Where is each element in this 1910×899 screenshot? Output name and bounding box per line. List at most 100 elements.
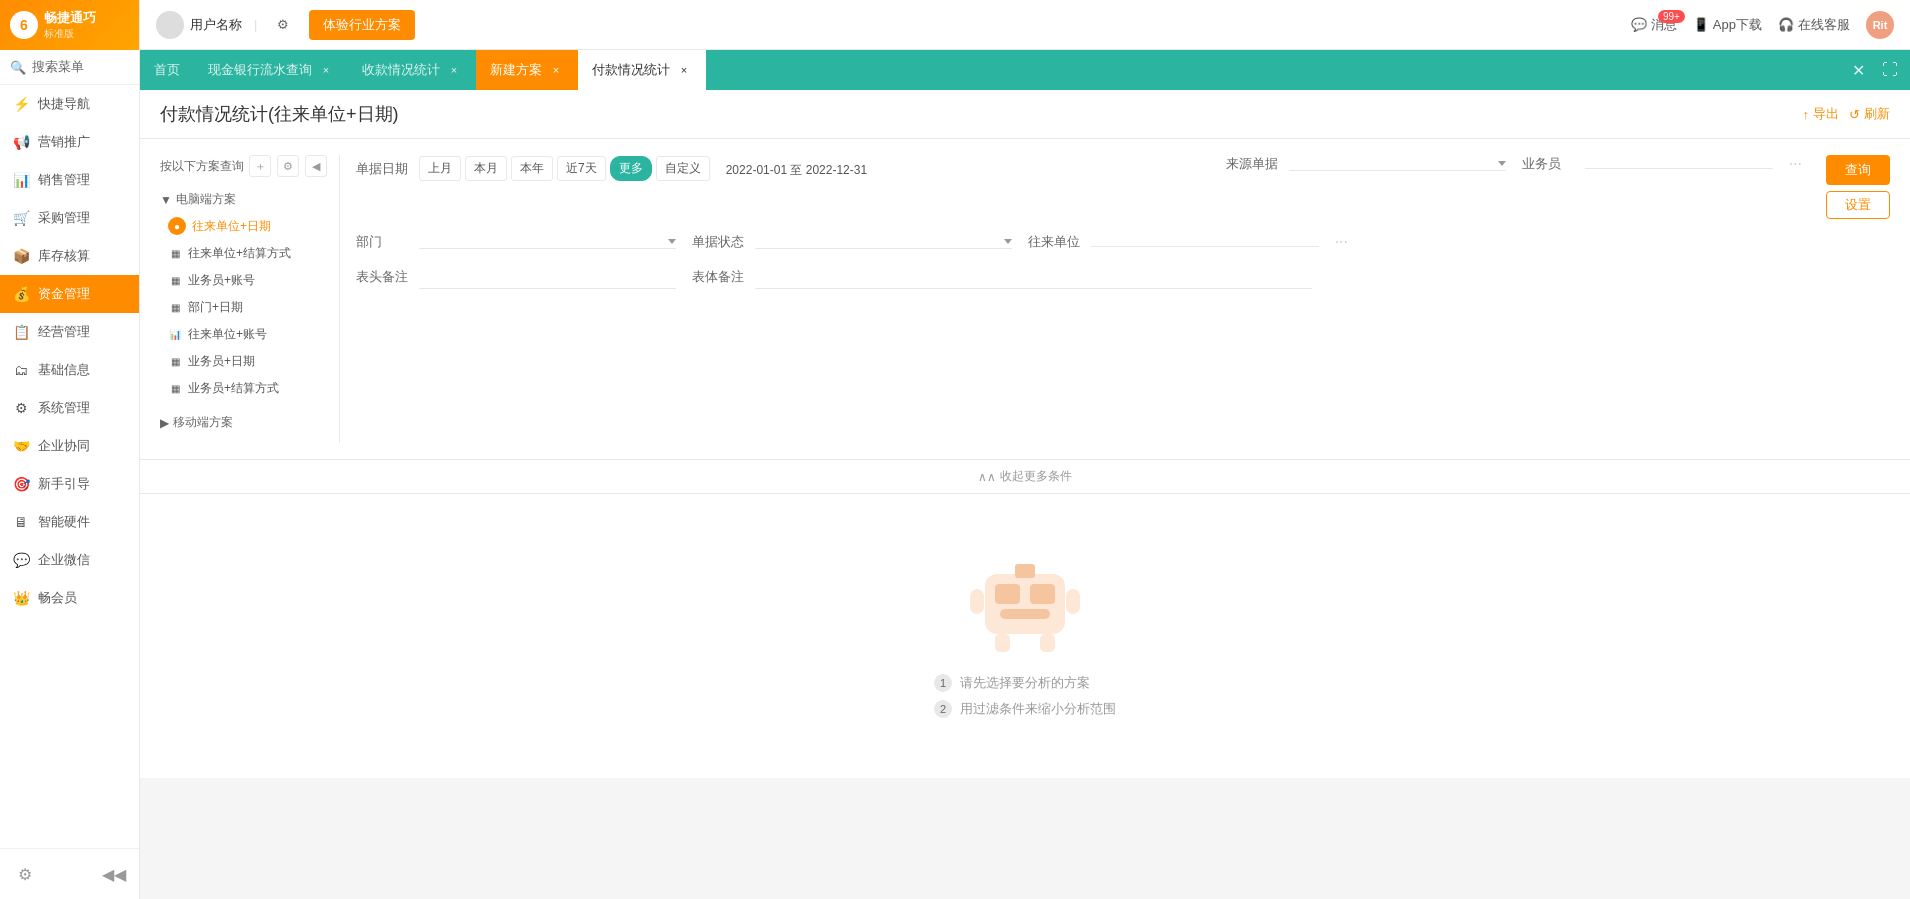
scheme-label-partner-account: 往来单位+账号 [188,326,267,343]
voucher-status-field: 单据状态 [692,233,1012,251]
desktop-schemes-label[interactable]: ▼ 电脑端方案 [160,187,327,212]
sidebar-item-label-operations: 经营管理 [38,323,90,341]
hint-text-2: 用过滤条件来缩小分析范围 [960,700,1116,718]
dept-label: 部门 [356,233,411,251]
tab-new-scheme[interactable]: 新建方案× [476,50,578,90]
sidebar-item-label-wechat: 企业微信 [38,551,90,569]
voucher-status-label: 单据状态 [692,233,747,251]
scheme-item-partner-account[interactable]: 📊往来单位+账号 [160,321,327,348]
scheme-item-partner-settle[interactable]: ▦往来单位+结算方式 [160,240,327,267]
tab-label-payment-stats: 付款情况统计 [592,61,670,79]
inventory-icon: 📦 [12,247,30,265]
tab-close-bank-flow[interactable]: × [318,62,334,78]
tab-close-payment-stats[interactable]: × [676,62,692,78]
tab-home[interactable]: 首页 [140,50,194,90]
date-7days-btn[interactable]: 近7天 [557,156,606,181]
search-icon: 🔍 [10,60,26,75]
sidebar-item-vip[interactable]: 👑 畅会员 [0,579,139,617]
sidebar-item-hardware[interactable]: 🖥 智能硬件 [0,503,139,541]
export-label: 导出 [1813,105,1839,123]
sidebar-item-purchase[interactable]: 🛒 采购管理 [0,199,139,237]
user-avatar[interactable]: Rit [1866,11,1894,39]
tab-collection-stats[interactable]: 收款情况统计× [348,50,476,90]
refresh-btn[interactable]: ↺ 刷新 [1849,105,1890,123]
sidebar-search[interactable]: 🔍 搜索菜单 [0,50,139,85]
tab-bank-flow[interactable]: 现金银行流水查询× [194,50,348,90]
tab-close-collection-stats[interactable]: × [446,62,462,78]
body-note-field: 表体备注 [692,265,1312,289]
date-this-month-btn[interactable]: 本月 [465,156,507,181]
sidebar-collapse-btn[interactable]: ◀◀ [99,859,129,889]
svg-rect-2 [1030,584,1055,604]
customer-service-btn[interactable]: 🎧 在线客服 [1778,16,1850,34]
filter-settings-btn[interactable]: 设置 [1826,191,1890,219]
header-note-input[interactable] [419,265,676,289]
sidebar-item-sales[interactable]: 📊 销售管理 [0,161,139,199]
scheme-item-dept-date[interactable]: ▦部门+日期 [160,294,327,321]
scheme-item-partner-date[interactable]: ●往来单位+日期 [160,212,327,240]
sidebar-item-system[interactable]: ⚙ 系统管理 [0,389,139,427]
app-icon: 📱 [1693,17,1709,32]
table-icon: ▦ [168,382,182,396]
filter-sidebar-header: 按以下方案查询 ＋ ⚙ ◀ [160,155,327,177]
customer-service-label: 在线客服 [1798,16,1850,34]
sales-icon: 📊 [12,171,30,189]
date-last-month-btn[interactable]: 上月 [419,156,461,181]
mobile-schemes-label[interactable]: ▶ 移动端方案 [160,410,327,435]
tab-close-new-scheme[interactable]: × [548,62,564,78]
sidebar-settings-btn[interactable]: ⚙ [10,859,40,889]
sidebar-item-guide[interactable]: 🎯 新手引导 [0,465,139,503]
export-btn[interactable]: ↑ 导出 [1803,105,1840,123]
page-header: 付款情况统计(往来单位+日期) ↑ 导出 ↺ 刷新 [140,90,1910,139]
salesman-label: 业务员 [1522,155,1577,173]
scheme-item-salesman-settle[interactable]: ▦ 业务员+结算方式 [160,375,327,402]
voucher-status-select[interactable] [755,235,1012,249]
message-btn[interactable]: 💬 消息 99+ [1631,16,1677,34]
topbar-user-avatar [156,11,184,39]
source-doc-arrow [1498,161,1506,166]
tab-maximize-btn[interactable]: ⛶ [1878,58,1902,82]
date-this-year-btn[interactable]: 本年 [511,156,553,181]
body-note-input[interactable] [755,265,1312,289]
partner-select[interactable] [1091,238,1319,247]
salesman-select[interactable] [1585,160,1773,169]
table-icon: ▦ [168,355,182,369]
source-doc-select[interactable] [1289,157,1506,171]
settings-scheme-btn[interactable]: ⚙ [277,155,299,177]
trial-btn[interactable]: 体验行业方案 [309,10,415,40]
scheme-item-salesman-account[interactable]: ▦业务员+账号 [160,267,327,294]
sidebar-item-finance[interactable]: 💰 资金管理 [0,275,139,313]
add-scheme-btn[interactable]: ＋ [249,155,271,177]
tab-close-all-btn[interactable]: ✕ [1846,58,1870,82]
scheme-label-salesman-date: 业务员+日期 [188,353,255,370]
purchase-icon: 🛒 [12,209,30,227]
sidebar-item-cooperation[interactable]: 🤝 企业协同 [0,427,139,465]
partner-more-btn[interactable]: ··· [1335,233,1348,251]
svg-rect-5 [970,589,984,614]
collapse-conditions-btn[interactable]: ∧∧ 收起更多条件 [978,468,1072,485]
salesman-more-btn[interactable]: ··· [1789,155,1802,173]
sidebar-item-operations[interactable]: 📋 经营管理 [0,313,139,351]
headset-icon: 🎧 [1778,17,1794,32]
sidebar-item-inventory[interactable]: 📦 库存核算 [0,237,139,275]
date-custom-btn[interactable]: 自定义 [656,156,710,181]
sidebar-item-marketing[interactable]: 📢 营销推广 [0,123,139,161]
sidebar-item-basic-info[interactable]: 🗂 基础信息 [0,351,139,389]
basic-info-icon: 🗂 [12,361,30,379]
voucher-status-arrow [1004,239,1012,244]
date-more-btn[interactable]: 更多 [610,156,652,181]
wechat-icon: 💬 [12,551,30,569]
active-scheme-icon: ● [168,217,186,235]
app-download-btn[interactable]: 📱 App下载 [1693,16,1762,34]
collapse-scheme-btn[interactable]: ◀ [305,155,327,177]
topbar-settings-btn[interactable]: ⚙ [269,11,297,39]
tab-payment-stats[interactable]: 付款情况统计 × [578,50,706,90]
scheme-label-salesman-settle: 业务员+结算方式 [188,380,279,397]
scheme-item-salesman-date[interactable]: ▦ 业务员+日期 [160,348,327,375]
finance-icon: 💰 [12,285,30,303]
sidebar-item-wechat[interactable]: 💬 企业微信 [0,541,139,579]
dept-select[interactable] [419,235,676,249]
query-btn[interactable]: 查询 [1826,155,1890,185]
date-label: 单据日期 [356,160,411,178]
sidebar-item-quick-nav[interactable]: ⚡ 快捷导航 [0,85,139,123]
